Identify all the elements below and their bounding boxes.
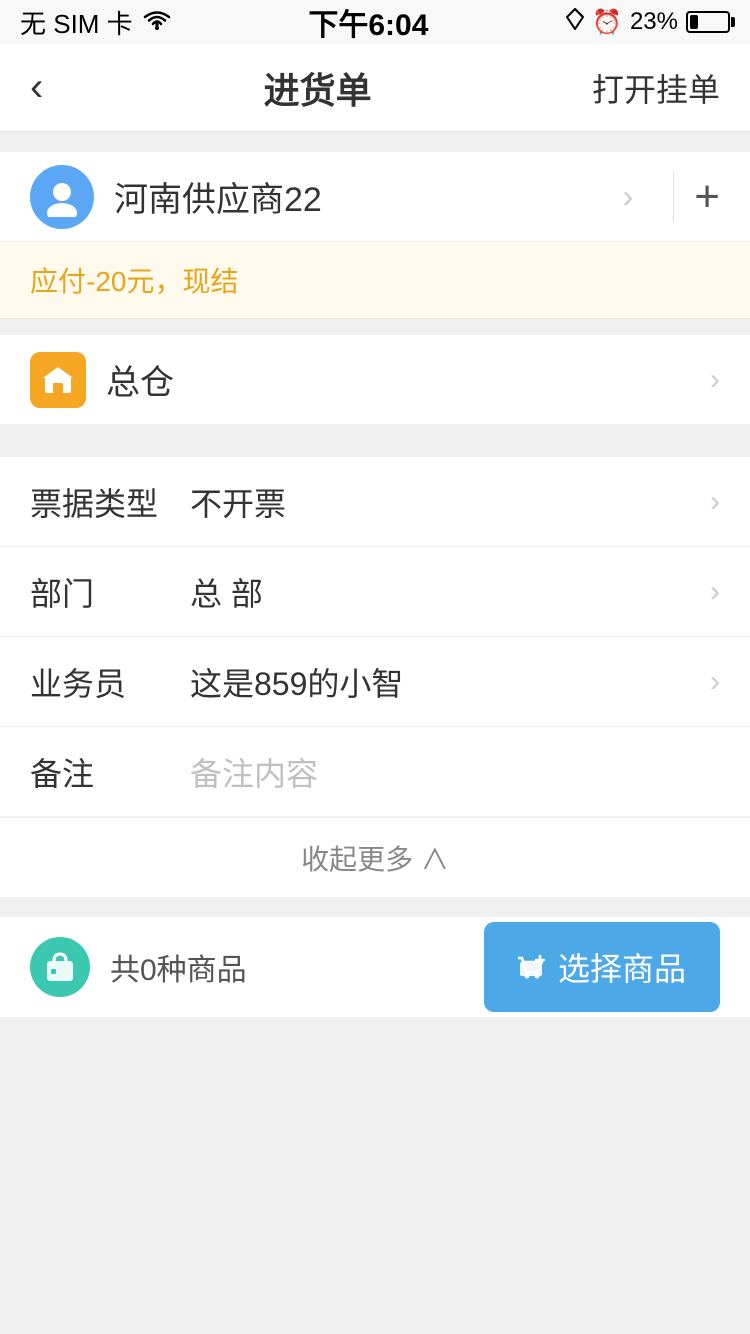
remark-row[interactable]: 备注 备注内容	[0, 727, 750, 817]
status-bar: 无 SIM 卡 下午6:04 ⏰ 23%	[0, 0, 750, 44]
gap-4	[0, 897, 750, 917]
warehouse-row[interactable]: 总仓 ›	[0, 335, 750, 425]
open-pending-button[interactable]: 打开挂单	[592, 65, 720, 111]
ticket-type-arrow-icon: ›	[710, 485, 720, 519]
supplier-row[interactable]: 河南供应商22 › +	[0, 152, 750, 242]
supplier-section: 河南供应商22 › + 应付-20元，现结	[0, 152, 750, 319]
ticket-type-value: 不开票	[170, 479, 710, 525]
remark-input[interactable]: 备注内容	[170, 749, 720, 795]
status-left: 无 SIM 卡	[20, 4, 171, 41]
form-section: 票据类型 不开票 › 部门 总 部 › 业务员 这是859的小智 › 备注 备注…	[0, 457, 750, 897]
gap-1	[0, 132, 750, 152]
warehouse-icon	[30, 352, 86, 408]
product-section: 共0种商品 选择商品	[0, 917, 750, 1017]
page-title: 进货单	[264, 62, 372, 114]
wifi-icon	[143, 7, 171, 38]
battery-percentage: 23%	[630, 8, 678, 36]
warehouse-section: 总仓 ›	[0, 335, 750, 425]
back-button[interactable]: ‹	[30, 65, 43, 110]
ticket-type-row[interactable]: 票据类型 不开票 ›	[0, 457, 750, 547]
salesperson-row[interactable]: 业务员 这是859的小智 ›	[0, 637, 750, 727]
salesperson-label: 业务员	[30, 659, 170, 705]
location-icon	[566, 8, 584, 37]
collapse-label: 收起更多 ∧	[301, 838, 449, 878]
add-supplier-button[interactable]: +	[694, 172, 720, 222]
supplier-avatar	[30, 165, 94, 229]
supplier-chevron-icon: ›	[623, 178, 634, 215]
select-product-label: 选择商品	[558, 944, 686, 990]
sim-label: 无 SIM 卡	[20, 4, 133, 41]
department-label: 部门	[30, 569, 170, 615]
nav-bar: ‹ 进货单 打开挂单	[0, 44, 750, 132]
remark-label: 备注	[30, 749, 170, 795]
alarm-icon: ⏰	[592, 8, 622, 37]
warehouse-name: 总仓	[106, 355, 710, 404]
status-right: ⏰ 23%	[566, 8, 730, 37]
divider	[673, 172, 674, 222]
select-product-button[interactable]: 选择商品	[484, 922, 720, 1012]
notice-banner: 应付-20元，现结	[0, 242, 750, 319]
ticket-type-label: 票据类型	[30, 479, 170, 525]
cart-icon	[518, 954, 548, 980]
collapse-button[interactable]: 收起更多 ∧	[0, 817, 750, 897]
warehouse-chevron-icon: ›	[710, 363, 720, 397]
product-icon	[30, 937, 90, 997]
department-value: 总 部	[170, 569, 710, 615]
salesperson-arrow-icon: ›	[710, 665, 720, 699]
battery-icon	[686, 11, 730, 33]
salesperson-value: 这是859的小智	[170, 659, 710, 705]
status-time: 下午6:04	[308, 0, 428, 44]
bottom-area	[0, 1017, 750, 1317]
department-arrow-icon: ›	[710, 575, 720, 609]
product-count: 共0种商品	[110, 945, 484, 989]
department-row[interactable]: 部门 总 部 ›	[0, 547, 750, 637]
supplier-name: 河南供应商22	[114, 172, 623, 221]
gap-2	[0, 319, 750, 335]
gap-3	[0, 425, 750, 441]
